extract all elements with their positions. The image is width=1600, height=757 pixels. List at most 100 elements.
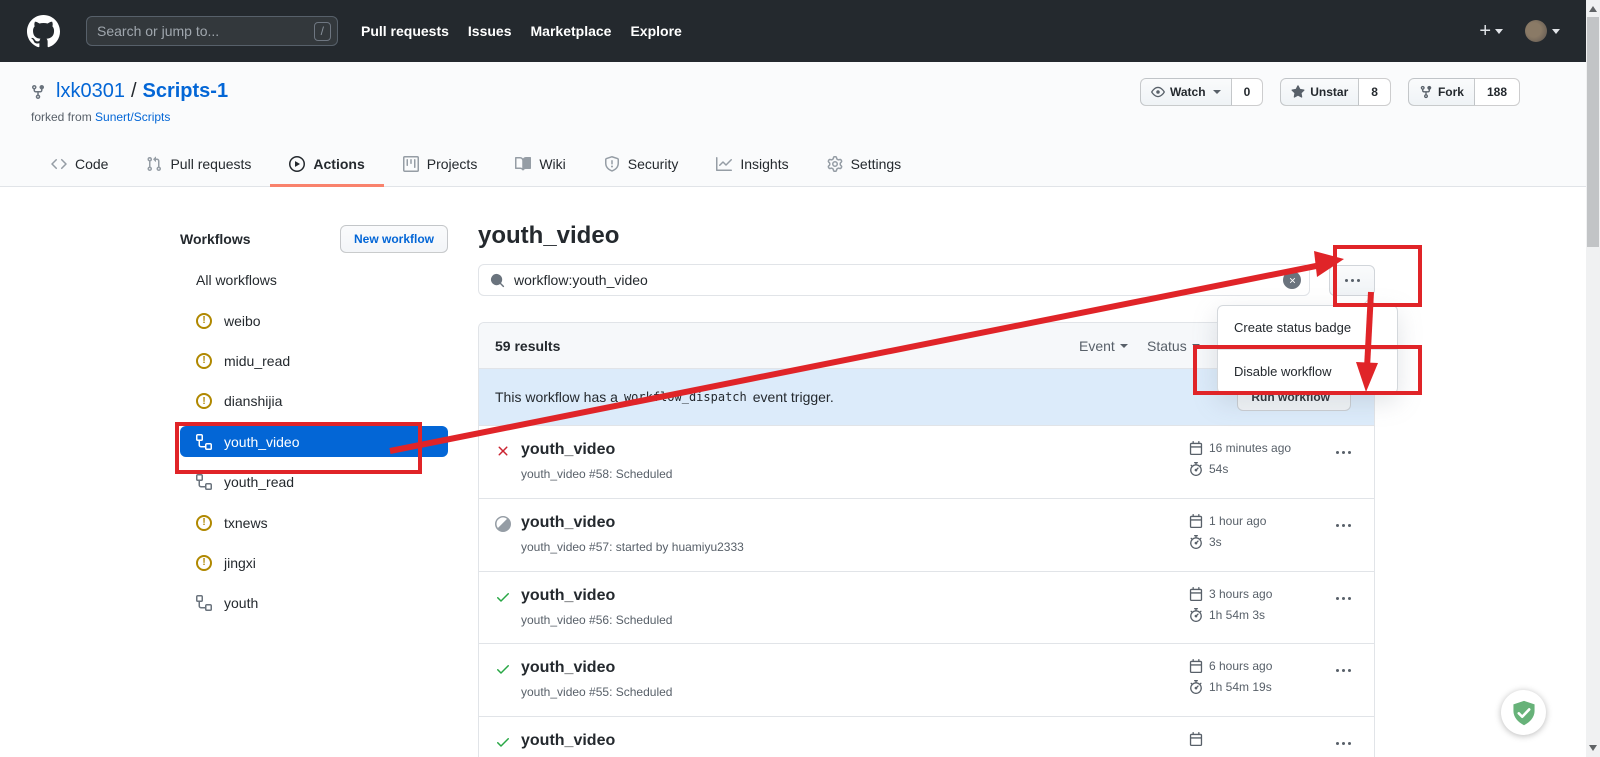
sidebar-item-youth-video[interactable]: youth_video: [180, 426, 448, 457]
fork-button[interactable]: Fork: [1408, 78, 1475, 106]
fork-note-text: forked from: [31, 110, 92, 124]
chevron-down-icon: [1120, 344, 1128, 348]
header-right: +: [1479, 20, 1560, 43]
tab-actions[interactable]: Actions: [270, 143, 383, 187]
star-count[interactable]: 8: [1359, 78, 1391, 106]
workflow-item-label: dianshijia: [224, 393, 282, 409]
sidebar-item-youth[interactable]: youth: [180, 583, 448, 623]
sidebar-item-jingxi[interactable]: ! jingxi: [180, 543, 448, 583]
fork-label: Fork: [1438, 85, 1464, 99]
sidebar-item-txnews[interactable]: ! txnews: [180, 502, 448, 542]
graph-icon: [716, 156, 732, 172]
fork-source-link[interactable]: Sunert/Scripts: [95, 110, 170, 124]
run-meta: 16 minutes ago 54s: [1189, 441, 1322, 498]
shield-check-icon: [1511, 700, 1537, 726]
runs-search-input[interactable]: [514, 272, 1274, 288]
global-search-input[interactable]: [97, 23, 314, 39]
scroll-up-icon[interactable]: [1589, 6, 1597, 12]
sidebar-item-youth-read[interactable]: youth_read: [180, 462, 448, 502]
repo-fork-icon: [1419, 85, 1433, 99]
calendar-icon: [1189, 659, 1203, 673]
scrollbar-thumb[interactable]: [1587, 17, 1599, 247]
repo-owner-link[interactable]: lxk0301: [56, 80, 125, 103]
tab-code[interactable]: Code: [32, 143, 127, 187]
watch-button[interactable]: Watch: [1140, 78, 1232, 106]
run-age: 6 hours ago: [1209, 659, 1272, 673]
workflow-list: All workflows ! weibo ! midu_read ! dian…: [180, 260, 448, 624]
cancelled-slash-icon: [495, 516, 511, 532]
create-new-menu[interactable]: +: [1479, 20, 1503, 43]
stopwatch-icon: [1189, 462, 1203, 476]
run-row: youth_video youth_video #58: Scheduled 1…: [479, 426, 1374, 499]
run-subtitle: youth_video #57: started by huamiyu2333: [521, 540, 1189, 554]
kebab-icon: [1336, 597, 1339, 600]
workflow-options-kebab-button[interactable]: [1329, 265, 1375, 296]
sidebar-item-midu-read[interactable]: ! midu_read: [180, 341, 448, 381]
run-age: 3 hours ago: [1209, 587, 1272, 601]
tab-projects[interactable]: Projects: [384, 143, 497, 187]
run-meta: 1 hour ago 3s: [1189, 514, 1322, 571]
adguard-badge[interactable]: [1501, 690, 1546, 735]
nav-issues[interactable]: Issues: [468, 23, 512, 39]
stopwatch-icon: [1189, 535, 1203, 549]
workflow-item-label: youth_video: [224, 434, 300, 450]
chevron-down-icon: [1213, 90, 1221, 94]
calendar-icon: [1189, 441, 1203, 455]
scroll-down-icon[interactable]: [1589, 745, 1597, 751]
code-icon: [51, 156, 67, 172]
search-icon: [490, 273, 505, 288]
nav-pull-requests[interactable]: Pull requests: [361, 23, 449, 39]
fork-count[interactable]: 188: [1475, 78, 1520, 106]
event-filter-dropdown[interactable]: Event: [1079, 338, 1128, 354]
scrollbar[interactable]: [1586, 0, 1600, 757]
nav-explore[interactable]: Explore: [630, 23, 681, 39]
sidebar-item-weibo[interactable]: ! weibo: [180, 300, 448, 340]
run-meta: 6 hours ago 1h 54m 19s: [1189, 659, 1322, 716]
repo-title: lxk0301 / Scripts-1: [30, 80, 228, 103]
github-logo-icon[interactable]: [27, 15, 60, 48]
pull-request-icon: [146, 156, 162, 172]
run-title-link[interactable]: youth_video: [521, 514, 615, 532]
workflow-icon: [196, 595, 212, 611]
sidebar-item-dianshijia[interactable]: ! dianshijia: [180, 381, 448, 421]
tab-pull-requests[interactable]: Pull requests: [127, 143, 270, 187]
run-title-link[interactable]: youth_video: [521, 441, 615, 459]
status-filter-dropdown[interactable]: Status: [1147, 338, 1200, 354]
run-options-kebab[interactable]: [1322, 514, 1364, 571]
run-duration: 3s: [1209, 535, 1222, 549]
new-workflow-button[interactable]: New workflow: [340, 225, 448, 253]
run-title-link[interactable]: youth_video: [521, 659, 615, 677]
tab-wiki[interactable]: Wiki: [496, 143, 584, 187]
unstar-button[interactable]: Unstar: [1280, 78, 1359, 106]
tab-insights[interactable]: Insights: [697, 143, 807, 187]
play-circle-icon: [289, 156, 305, 172]
run-duration: 1h 54m 3s: [1209, 608, 1265, 622]
user-menu[interactable]: [1525, 20, 1560, 42]
run-options-kebab[interactable]: [1322, 441, 1364, 498]
run-options-kebab[interactable]: [1322, 587, 1364, 644]
tab-settings[interactable]: Settings: [808, 143, 921, 187]
clear-search-button[interactable]: [1283, 271, 1301, 289]
run-row: youth_video youth_video #55: Scheduled 6…: [479, 644, 1374, 717]
run-subtitle: youth_video #55: Scheduled: [521, 685, 1189, 699]
menu-item-create-status-badge[interactable]: Create status badge: [1218, 311, 1397, 344]
run-options-kebab[interactable]: [1322, 659, 1364, 716]
workflow-item-label: weibo: [224, 313, 261, 329]
nav-marketplace[interactable]: Marketplace: [531, 23, 612, 39]
tab-security[interactable]: Security: [585, 143, 698, 187]
warning-icon: !: [196, 555, 212, 571]
watch-count[interactable]: 0: [1232, 78, 1264, 106]
run-title-link[interactable]: youth_video: [521, 732, 615, 750]
repo-name-link[interactable]: Scripts-1: [143, 80, 229, 103]
calendar-icon: [1189, 587, 1203, 601]
gear-icon: [827, 156, 843, 172]
top-header: / Pull requests Issues Marketplace Explo…: [0, 0, 1586, 62]
sidebar-item-all-workflows[interactable]: All workflows: [180, 260, 448, 300]
menu-item-disable-workflow[interactable]: Disable workflow: [1218, 355, 1397, 388]
run-duration: 54s: [1209, 462, 1228, 476]
run-subtitle: youth_video #58: Scheduled: [521, 467, 1189, 481]
run-options-kebab[interactable]: [1322, 732, 1364, 757]
chevron-down-icon: [1552, 29, 1560, 34]
workflows-title: Workflows: [180, 231, 251, 247]
run-title-link[interactable]: youth_video: [521, 587, 615, 605]
